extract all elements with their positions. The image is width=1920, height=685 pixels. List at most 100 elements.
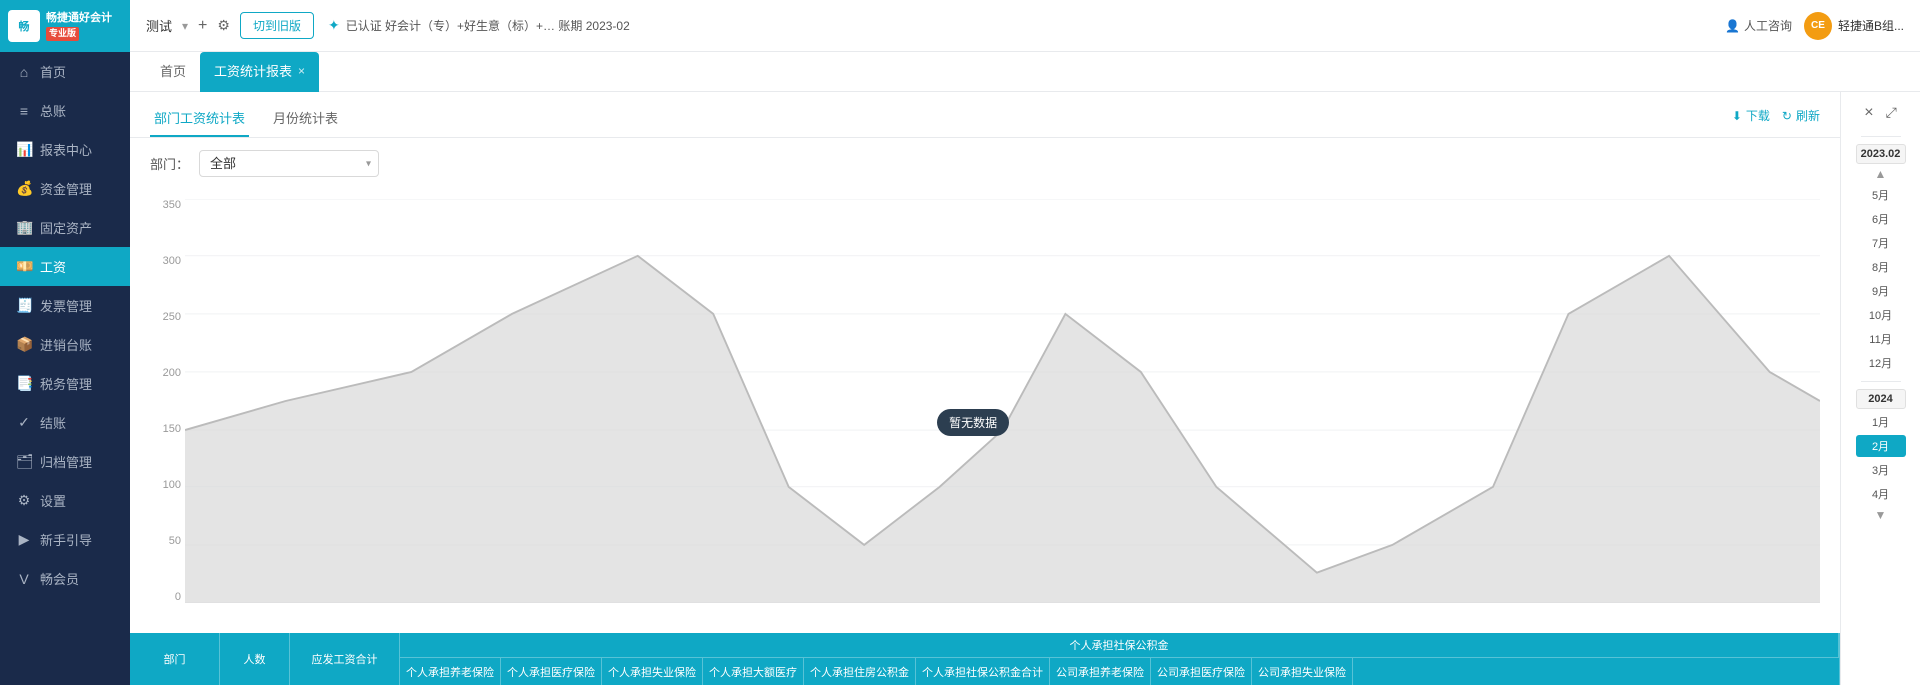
sidebar-label-home: 首页 xyxy=(40,62,66,81)
th-personal-pension: 个人承担养老保险 xyxy=(400,658,501,685)
user-name: 轻捷通B组... xyxy=(1838,17,1904,34)
dept-filter-label: 部门： xyxy=(150,154,189,173)
th-personal-total: 个人承担社保公积金合计 xyxy=(916,658,1050,685)
sidebar-label-reports: 报表中心 xyxy=(40,140,92,159)
subtab-month[interactable]: 月份统计表 xyxy=(269,102,342,137)
panel-down-chevron[interactable]: ▼ xyxy=(1873,506,1889,524)
switch-old-version-button[interactable]: 切到旧版 xyxy=(240,12,314,39)
th-total-salary-label: 应发工资合计 xyxy=(312,651,378,667)
panel-year-2024[interactable]: 2024 xyxy=(1856,389,1906,409)
sidebar-item-ledger[interactable]: ≡ 总账 xyxy=(0,91,130,130)
filter-bar: 部门： 全部 财务部 销售部 技术部 ▾ xyxy=(130,138,1840,189)
sidebar-item-home[interactable]: ⌂ 首页 xyxy=(0,52,130,91)
panel-month-2-2024[interactable]: 2月 xyxy=(1856,435,1906,457)
subtab-dept[interactable]: 部门工资统计表 xyxy=(150,102,249,137)
download-icon: ⬇ xyxy=(1732,109,1742,123)
reports-icon: 📊 xyxy=(16,141,32,158)
sidebar-item-funds[interactable]: 💰 资金管理 xyxy=(0,169,130,208)
panel-month-8[interactable]: 8月 xyxy=(1856,256,1906,278)
y-label-350: 350 xyxy=(150,199,185,211)
sidebar: 畅 畅捷通好会计 专业版 ⌂ 首页 ≡ 总账 📊 报表中心 💰 资金管理 🏢 固… xyxy=(0,0,130,685)
settle-icon: ✓ xyxy=(16,414,32,431)
panel-expand-button[interactable]: ⤢ xyxy=(1882,100,1901,126)
sidebar-logo: 畅 畅捷通好会计 专业版 xyxy=(0,0,130,52)
sidebar-item-settings[interactable]: ⚙ 设置 xyxy=(0,481,130,520)
panel-month-10[interactable]: 10月 xyxy=(1856,304,1906,326)
company-dropdown-arrow[interactable]: ▾ xyxy=(182,19,188,33)
status-dot: ✦ xyxy=(328,17,340,34)
sidebar-label-settle: 结账 xyxy=(40,413,66,432)
download-button[interactable]: ⬇ 下载 xyxy=(1732,107,1770,124)
y-label-200: 200 xyxy=(150,367,185,379)
salary-icon: 💴 xyxy=(16,258,32,275)
th-personal-unemployment-label: 个人承担失业保险 xyxy=(608,664,696,680)
panel-month-11[interactable]: 11月 xyxy=(1856,328,1906,350)
topbar: 测试 ▾ + ⚙ 切到旧版 ✦ 已认证 好会计（专）+好生意（标）+… 账期 2… xyxy=(130,0,1920,52)
y-axis: 350 300 250 200 150 100 50 0 xyxy=(150,199,185,603)
sidebar-label-settings: 设置 xyxy=(40,491,66,510)
panel-up-chevron[interactable]: ▲ xyxy=(1873,165,1889,183)
th-total-salary: 应发工资合计 xyxy=(290,633,400,685)
sidebar-item-reports[interactable]: 📊 报表中心 xyxy=(0,130,130,169)
sidebar-label-archive: 归档管理 xyxy=(40,452,92,471)
th-company-unemployment-label: 公司承担失业保险 xyxy=(1258,664,1346,680)
th-personal-housing-label: 个人承担住房公积金 xyxy=(810,664,909,680)
consult-button[interactable]: 👤 人工咨询 xyxy=(1725,17,1792,34)
sidebar-item-assets[interactable]: 🏢 固定资产 xyxy=(0,208,130,247)
y-label-100: 100 xyxy=(150,479,185,491)
add-button[interactable]: + xyxy=(198,17,207,35)
sales-icon: 📦 xyxy=(16,336,32,353)
th-personal-medical: 个人承担医疗保险 xyxy=(501,658,602,685)
download-label: 下载 xyxy=(1746,107,1770,124)
panel-top-buttons: × ⤢ xyxy=(1860,100,1901,126)
sidebar-item-invoice[interactable]: 🧾 发票管理 xyxy=(0,286,130,325)
refresh-label: 刷新 xyxy=(1796,107,1820,124)
sidebar-item-sales[interactable]: 📦 进销台账 xyxy=(0,325,130,364)
panel-year-header[interactable]: 2023.02 xyxy=(1856,144,1906,164)
sidebar-item-guide[interactable]: ▶ 新手引导 xyxy=(0,520,130,559)
panel-month-1-2024[interactable]: 1月 xyxy=(1856,411,1906,433)
dept-select-wrapper: 全部 财务部 销售部 技术部 ▾ xyxy=(199,150,379,177)
sidebar-item-member[interactable]: V 畅会员 xyxy=(0,559,130,598)
y-label-150: 150 xyxy=(150,423,185,435)
sidebar-label-ledger: 总账 xyxy=(40,101,66,120)
th-company-pension-label: 公司承担养老保险 xyxy=(1056,664,1144,680)
th-count: 人数 xyxy=(220,633,290,685)
panel-close-button[interactable]: × xyxy=(1860,100,1877,126)
status-text: 已认证 好会计（专）+好生意（标）+… 账期 2023-02 xyxy=(346,17,630,34)
panel-month-4-2024[interactable]: 4月 xyxy=(1856,483,1906,505)
ledger-icon: ≡ xyxy=(16,103,32,119)
th-personal-total-label: 个人承担社保公积金合计 xyxy=(922,664,1043,680)
tab-salary-report[interactable]: 工资统计报表 × xyxy=(200,52,319,92)
panel-month-6[interactable]: 6月 xyxy=(1856,208,1906,230)
sidebar-item-salary[interactable]: 💴 工资 xyxy=(0,247,130,286)
panel-month-3-2024[interactable]: 3月 xyxy=(1856,459,1906,481)
company-name: 测试 xyxy=(146,16,172,35)
user-menu[interactable]: CE 轻捷通B组... xyxy=(1804,12,1904,40)
panel-month-9[interactable]: 9月 xyxy=(1856,280,1906,302)
gear-button[interactable]: ⚙ xyxy=(217,17,230,34)
panel-month-5[interactable]: 5月 xyxy=(1856,184,1906,206)
subtabs-bar: 部门工资统计表 月份统计表 ⬇ 下载 ↻ 刷新 xyxy=(130,92,1840,138)
tab-close-icon[interactable]: × xyxy=(298,64,305,78)
panel-month-12[interactable]: 12月 xyxy=(1856,352,1906,374)
dept-select[interactable]: 全部 财务部 销售部 技术部 xyxy=(199,150,379,177)
assets-icon: 🏢 xyxy=(16,219,32,236)
sidebar-item-settle[interactable]: ✓ 结账 xyxy=(0,403,130,442)
logo-text: 畅捷通好会计 专业版 xyxy=(46,11,112,41)
chart-svg-wrapper: 暂无数据 xyxy=(185,199,1820,603)
th-company-unemployment: 公司承担失业保险 xyxy=(1252,658,1353,685)
funds-icon: 💰 xyxy=(16,180,32,197)
user-avatar: CE xyxy=(1804,12,1832,40)
sidebar-item-tax[interactable]: 📑 税务管理 xyxy=(0,364,130,403)
y-label-250: 250 xyxy=(150,311,185,323)
panel-divider-2 xyxy=(1861,381,1901,382)
refresh-button[interactable]: ↻ 刷新 xyxy=(1782,107,1820,124)
sidebar-label-member: 畅会员 xyxy=(40,569,79,588)
panel-month-7[interactable]: 7月 xyxy=(1856,232,1906,254)
tab-home[interactable]: 首页 xyxy=(146,52,200,92)
th-group-personal-title: 个人承担社保公积金 xyxy=(400,633,1839,658)
th-personal-medical-label: 个人承担医疗保险 xyxy=(507,664,595,680)
chart-area: 350 300 250 200 150 100 50 0 xyxy=(130,189,1840,633)
sidebar-item-archive[interactable]: 🗂 归档管理 xyxy=(0,442,130,481)
